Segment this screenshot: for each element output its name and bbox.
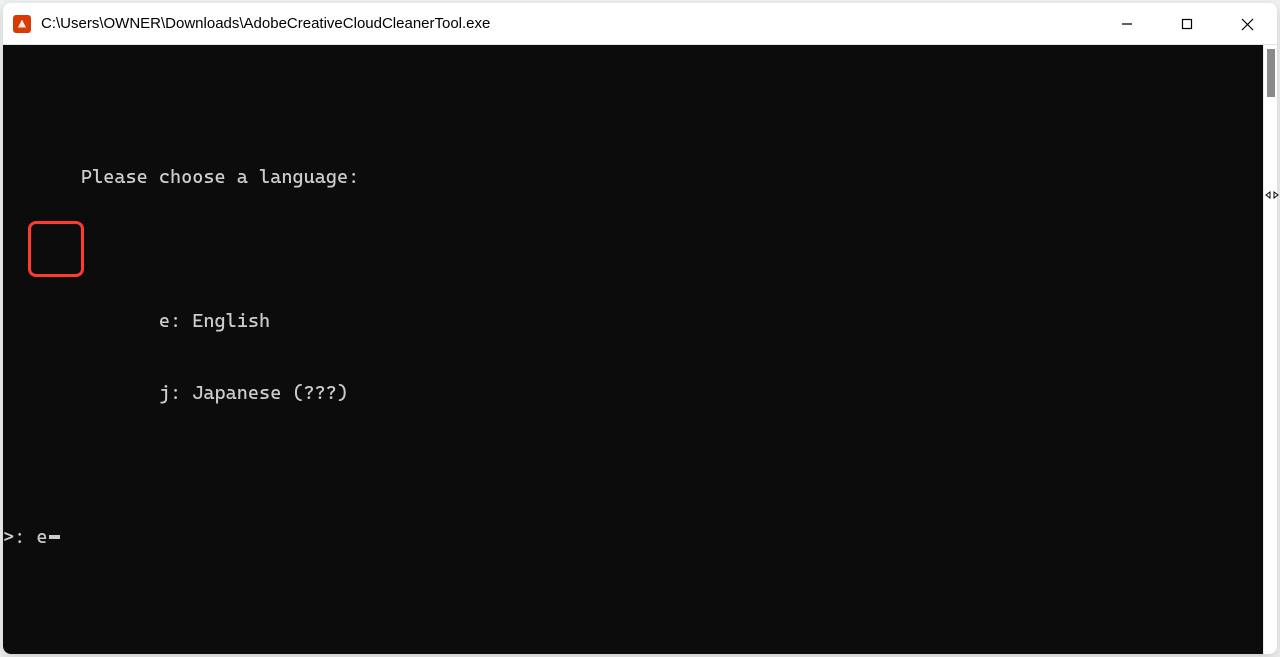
maximize-icon — [1181, 18, 1193, 30]
terminal-line-option-j: j: Japanese (???) — [3, 381, 1263, 405]
window-controls — [1097, 3, 1277, 44]
terminal-content: Please choose a language: e: English j: … — [3, 45, 1263, 597]
maximize-button[interactable] — [1157, 3, 1217, 45]
app-window: C:\Users\OWNER\Downloads\AdobeCreativeCl… — [3, 3, 1277, 654]
close-icon — [1241, 18, 1254, 31]
scrollbar-track[interactable] — [1263, 45, 1277, 654]
terminal[interactable]: Please choose a language: e: English j: … — [3, 45, 1263, 654]
close-button[interactable] — [1217, 3, 1277, 45]
terminal-prompt-row: >: e — [3, 525, 1263, 549]
minimize-button[interactable] — [1097, 3, 1157, 45]
app-icon — [13, 15, 31, 33]
terminal-line-heading: Please choose a language: — [3, 165, 1263, 189]
titlebar[interactable]: C:\Users\OWNER\Downloads\AdobeCreativeCl… — [3, 3, 1277, 45]
terminal-cursor — [49, 535, 60, 539]
terminal-area: Please choose a language: e: English j: … — [3, 45, 1277, 654]
window-title: C:\Users\OWNER\Downloads\AdobeCreativeCl… — [41, 15, 1097, 32]
minimize-icon — [1121, 18, 1133, 30]
prompt-prefix: >: — [3, 525, 36, 549]
terminal-input[interactable]: e — [36, 525, 47, 549]
terminal-line-option-e: e: English — [3, 309, 1263, 333]
scrollbar-thumb[interactable] — [1267, 49, 1275, 97]
